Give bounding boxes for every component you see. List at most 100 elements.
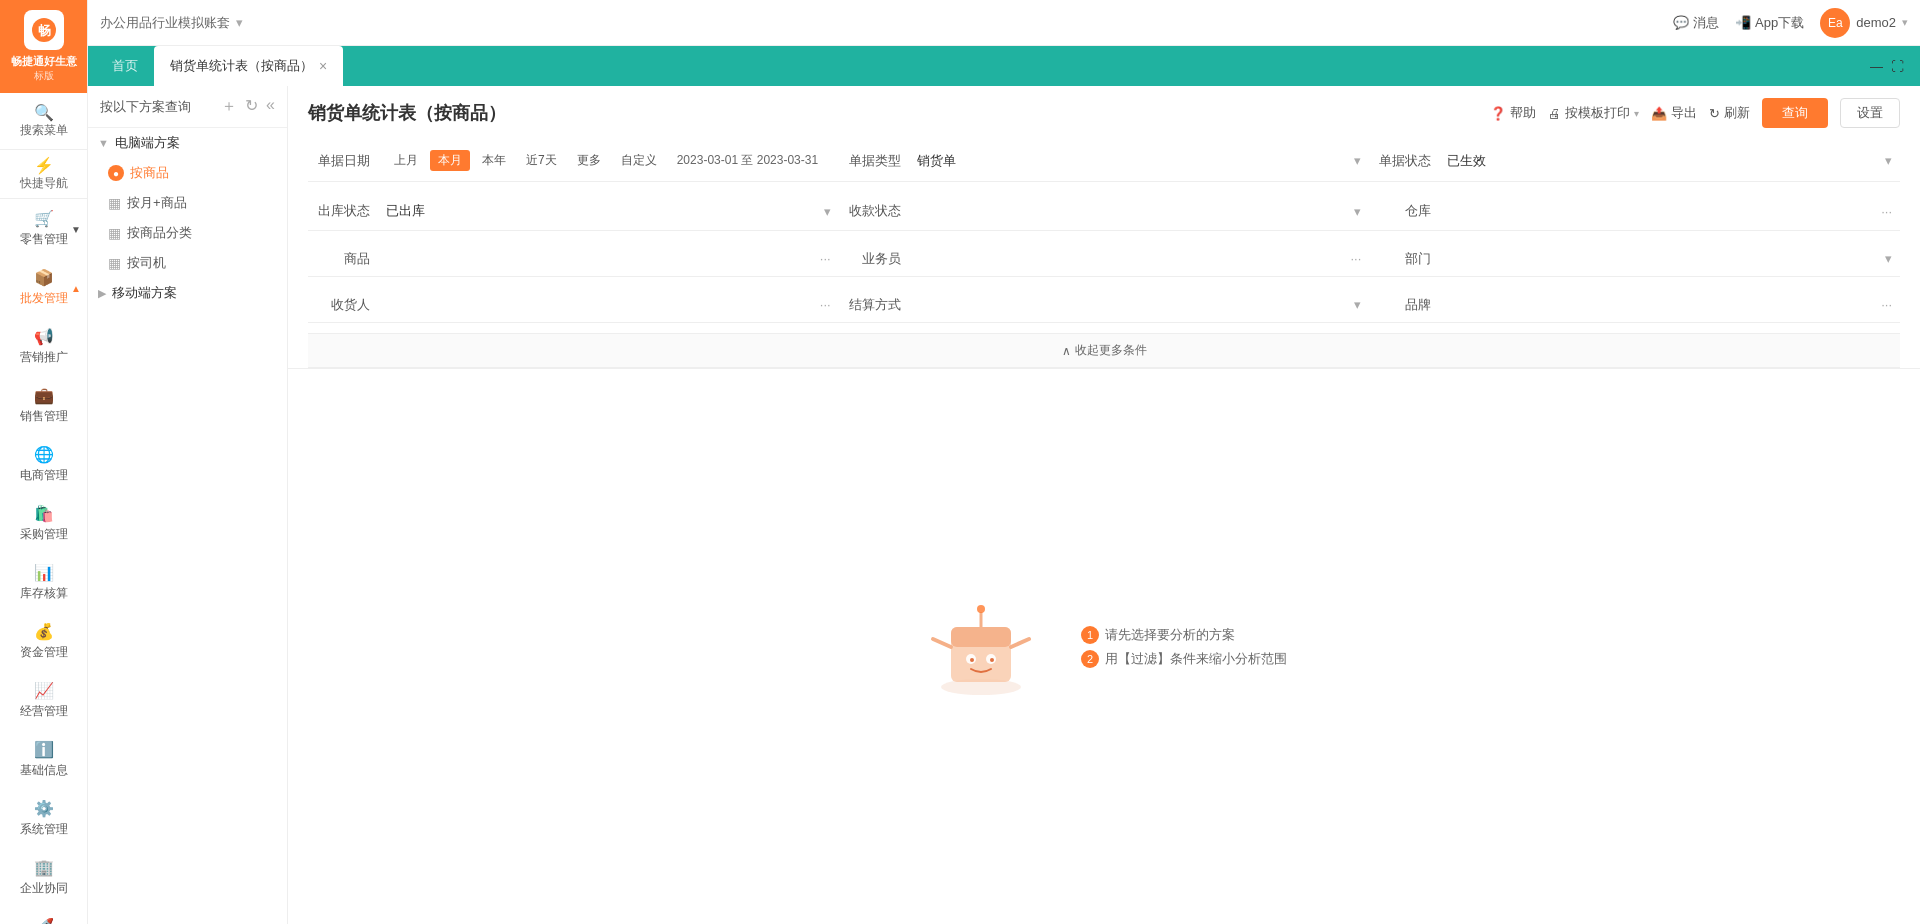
- date-pill-this-year[interactable]: 本年: [474, 150, 514, 171]
- payment-chevron[interactable]: ▾: [1354, 297, 1361, 312]
- warehouse-value[interactable]: ···: [1439, 200, 1900, 223]
- tab-home[interactable]: 首页: [96, 46, 154, 86]
- sidebar-item-wholesale[interactable]: 📦 批发管理 ▲: [0, 258, 87, 317]
- sidebar-item-ecom[interactable]: 🌐 电商管理: [0, 435, 87, 494]
- search-menu[interactable]: 🔍 搜索菜单: [0, 93, 87, 150]
- date-pill-more[interactable]: 更多: [569, 150, 609, 171]
- docstatus-chevron[interactable]: ▾: [1885, 153, 1892, 168]
- collapse-bar[interactable]: ∧ 收起更多条件: [308, 333, 1900, 367]
- payment-value[interactable]: ▾: [909, 293, 1370, 316]
- tree-item-by-product[interactable]: ● 按商品: [88, 158, 287, 188]
- close-tab-icon[interactable]: ×: [319, 59, 327, 73]
- sidebar-wholesale-label: 批发管理: [20, 290, 68, 307]
- tree-item-by-driver[interactable]: ▦ 按司机: [88, 248, 287, 278]
- setting-button[interactable]: 设置: [1840, 98, 1900, 128]
- salesman-dots[interactable]: ···: [1350, 251, 1361, 266]
- tree-group-desktop[interactable]: ▼ 电脑端方案: [88, 128, 287, 158]
- tree-item-by-category[interactable]: ▦ 按商品分类: [88, 218, 287, 248]
- filter-outstatus-cell: 出库状态 已出库 ▾: [308, 192, 839, 231]
- tree-item-by-driver-label: 按司机: [127, 254, 166, 272]
- breadcrumb-text: 办公用品行业模拟账套: [100, 14, 230, 32]
- sidebar: 畅 畅捷通好生意 标版 🔍 搜索菜单 ⚡ 快捷导航 🛒 零售管理 ▼ 📦 批发管…: [0, 0, 88, 924]
- paystatus-chevron[interactable]: ▾: [1354, 204, 1361, 219]
- paystatus-value[interactable]: ▾: [909, 200, 1370, 223]
- tree-group-mobile[interactable]: ▶ 移动端方案: [88, 278, 287, 308]
- dept-value[interactable]: ▾: [1439, 247, 1900, 270]
- page-header-actions: ❓ 帮助 🖨 按模板打印 ▾ 📤 导出: [1490, 98, 1900, 128]
- payment-label: 结算方式: [839, 296, 909, 314]
- message-btn[interactable]: 💬 消息: [1673, 14, 1719, 32]
- maximize-icon[interactable]: ⛶: [1891, 59, 1904, 74]
- refresh-scheme-icon[interactable]: ↻: [245, 96, 258, 117]
- docstatus-value[interactable]: 已生效 ▾: [1439, 148, 1900, 174]
- app-download-btn[interactable]: 📲 App下载: [1735, 14, 1804, 32]
- empty-state: 1 请先选择要分析的方案 2 用【过滤】条件来缩小分析范围: [921, 587, 1287, 707]
- breadcrumb: 办公用品行业模拟账套 ▾: [100, 14, 1663, 32]
- print-btn[interactable]: 🖨 按模板打印 ▾: [1548, 104, 1639, 122]
- help-label: 帮助: [1510, 104, 1536, 122]
- doctype-value[interactable]: 销货单 ▾: [909, 148, 1370, 174]
- date-pill-this-month[interactable]: 本月: [430, 150, 470, 171]
- svg-point-10: [977, 605, 985, 613]
- sidebar-item-enterprise[interactable]: 🏢 企业协同: [0, 848, 87, 907]
- refresh-btn[interactable]: ↻ 刷新: [1709, 104, 1750, 122]
- quick-nav[interactable]: ⚡ 快捷导航: [0, 150, 87, 199]
- date-pill-last-month[interactable]: 上月: [386, 150, 426, 171]
- salesman-label: 业务员: [839, 250, 909, 268]
- app-download-icon: 📲: [1735, 15, 1751, 30]
- page-title: 销货单统计表（按商品）: [308, 101, 506, 125]
- sidebar-item-operation[interactable]: 📈 经营管理: [0, 671, 87, 730]
- outstatus-value[interactable]: 已出库 ▾: [378, 198, 839, 224]
- sidebar-item-retail[interactable]: 🛒 零售管理 ▼: [0, 199, 87, 258]
- basic-icon: ℹ️: [34, 740, 54, 759]
- consignee-value[interactable]: ···: [378, 293, 839, 316]
- consignee-dots[interactable]: ···: [820, 297, 831, 312]
- breadcrumb-chevron: ▾: [236, 15, 243, 30]
- sidebar-logo: 畅 畅捷通好生意 标版: [0, 0, 87, 93]
- sidebar-item-sales[interactable]: 💼 销售管理: [0, 376, 87, 435]
- export-label: 导出: [1671, 104, 1697, 122]
- step-1-num: 1: [1081, 626, 1099, 644]
- tab-sales-stat[interactable]: 销货单统计表（按商品） ×: [154, 46, 343, 86]
- sidebar-item-purchase[interactable]: 🛍️ 采购管理: [0, 494, 87, 553]
- page-title-row: 销货单统计表（按商品） ❓ 帮助 🖨 按模板打印 ▾: [308, 98, 1900, 128]
- goods-dots[interactable]: ···: [820, 251, 831, 266]
- date-pill-custom[interactable]: 自定义: [613, 150, 665, 171]
- warehouse-dots[interactable]: ···: [1881, 204, 1892, 219]
- user-menu[interactable]: Ea demo2 ▾: [1820, 8, 1908, 38]
- topbar: 办公用品行业模拟账套 ▾ 💬 消息 📲 App下载 Ea demo2 ▾: [88, 0, 1920, 46]
- doctype-chevron[interactable]: ▾: [1354, 153, 1361, 168]
- query-button[interactable]: 查询: [1762, 98, 1828, 128]
- add-scheme-icon[interactable]: ＋: [221, 96, 237, 117]
- sidebar-ecom-label: 电商管理: [20, 467, 68, 484]
- date-pill-7days[interactable]: 近7天: [518, 150, 565, 171]
- step-1-text: 请先选择要分析的方案: [1105, 626, 1235, 644]
- svg-point-8: [990, 658, 994, 662]
- salesman-value[interactable]: ···: [909, 247, 1370, 270]
- app-download-label: App下载: [1755, 14, 1804, 32]
- empty-step-2: 2 用【过滤】条件来缩小分析范围: [1081, 650, 1287, 668]
- sidebar-item-marketing[interactable]: 📢 营销推广: [0, 317, 87, 376]
- goods-value[interactable]: ···: [378, 247, 839, 270]
- sidebar-item-guide[interactable]: 🚀 新手引导: [0, 907, 87, 924]
- sidebar-item-basic[interactable]: ℹ️ 基础信息: [0, 730, 87, 789]
- goods-label: 商品: [308, 250, 378, 268]
- export-btn[interactable]: 📤 导出: [1651, 104, 1697, 122]
- filter-dept-cell: 部门 ▾: [1369, 241, 1900, 277]
- minimize-icon[interactable]: —: [1870, 59, 1883, 74]
- step-2-num: 2: [1081, 650, 1099, 668]
- sidebar-item-finance[interactable]: 💰 资金管理: [0, 612, 87, 671]
- filter-payment-cell: 结算方式 ▾: [839, 287, 1370, 323]
- docstatus-label: 单据状态: [1369, 152, 1439, 170]
- dept-chevron[interactable]: ▾: [1885, 251, 1892, 266]
- brand-value[interactable]: ···: [1439, 293, 1900, 316]
- docstatus-text: 已生效: [1447, 152, 1486, 170]
- collapse-panel-icon[interactable]: «: [266, 96, 275, 117]
- tree-item-by-month-product[interactable]: ▦ 按月+商品: [88, 188, 287, 218]
- outstatus-chevron[interactable]: ▾: [824, 204, 831, 219]
- help-btn[interactable]: ❓ 帮助: [1490, 104, 1536, 122]
- brand-dots[interactable]: ···: [1881, 297, 1892, 312]
- sidebar-marketing-label: 营销推广: [20, 349, 68, 366]
- sidebar-item-system[interactable]: ⚙️ 系统管理: [0, 789, 87, 848]
- sidebar-item-inventory[interactable]: 📊 库存核算: [0, 553, 87, 612]
